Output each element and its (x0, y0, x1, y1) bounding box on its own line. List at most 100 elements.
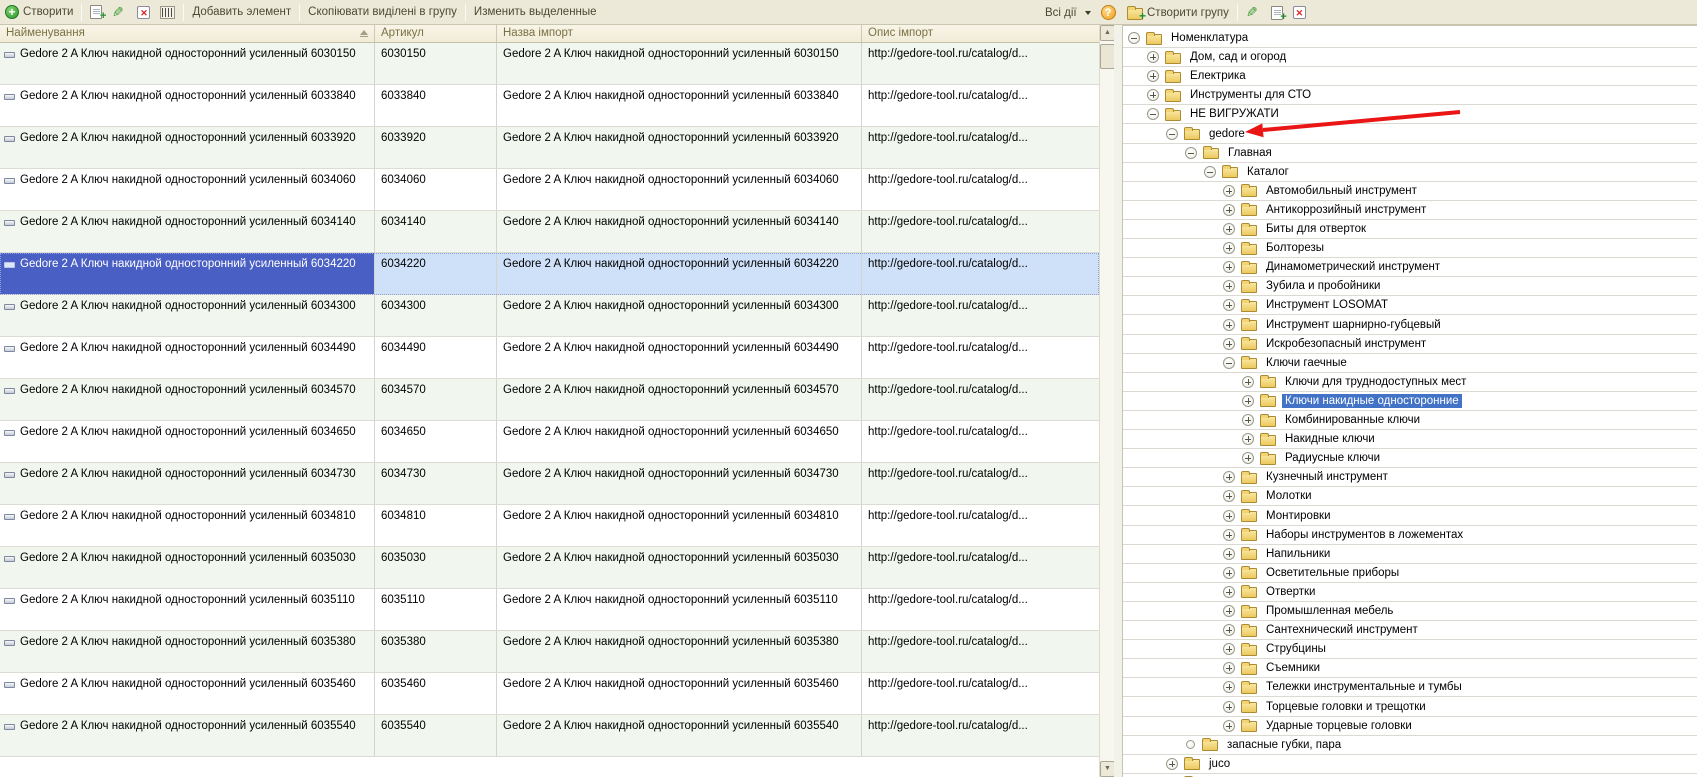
expand-icon[interactable] (1223, 547, 1235, 560)
table-row[interactable]: Gedore 2 A Ключ накидной односторонний у… (0, 589, 1099, 631)
tree-item[interactable]: Кузнечный инструмент (1123, 468, 1697, 488)
table-row[interactable]: Gedore 2 A Ключ накидной односторонний у… (0, 43, 1099, 85)
expand-icon[interactable] (1223, 700, 1235, 713)
table-row[interactable]: Gedore 2 A Ключ накидной односторонний у… (0, 421, 1099, 463)
table-row[interactable]: Gedore 2 A Ключ накидной односторонний у… (0, 85, 1099, 127)
tree-item[interactable]: Тележки инструментальные и тумбы (1123, 678, 1697, 698)
tree-item[interactable]: Ключи накидные односторонние (1123, 392, 1697, 411)
tree-item[interactable]: Струбцины (1123, 640, 1697, 660)
expand-icon[interactable] (1242, 414, 1254, 426)
tree-item[interactable]: Автомобильный инструмент (1123, 182, 1697, 201)
table-row[interactable]: Gedore 2 A Ключ накидной односторонний у… (0, 253, 1099, 295)
expand-icon[interactable] (1223, 643, 1235, 656)
table-row[interactable]: Gedore 2 A Ключ накидной односторонний у… (0, 379, 1099, 421)
tree-item[interactable]: Накидные ключи (1123, 430, 1697, 450)
expand-icon[interactable] (1223, 681, 1235, 694)
panel-splitter[interactable] (1114, 25, 1122, 777)
tree-item[interactable]: Радиусные ключи (1123, 449, 1697, 469)
tree-item[interactable]: Напильники (1123, 545, 1697, 564)
table-row[interactable]: Gedore 2 A Ключ накидной односторонний у… (0, 127, 1099, 169)
tree-item[interactable]: НЕ ВИГРУЖАТИ (1123, 105, 1697, 125)
tree-item[interactable]: Осветительные приборы (1123, 564, 1697, 583)
tree-item[interactable]: Инструмент LOSOMAT (1123, 296, 1697, 316)
tree-item[interactable]: Наборы инструментов в ложементах (1123, 526, 1697, 545)
table-row[interactable]: Gedore 2 A Ключ накидной односторонний у… (0, 673, 1099, 715)
scroll-up-button[interactable]: ▲ (1100, 25, 1115, 41)
tree-item[interactable]: Промышленная мебель (1123, 602, 1697, 621)
column-header-import-name[interactable]: Назва імпорт (497, 25, 862, 42)
collapse-icon[interactable] (1147, 108, 1159, 121)
expand-icon[interactable] (1223, 184, 1235, 197)
edit-item-button[interactable] (107, 2, 132, 23)
table-row[interactable]: Gedore 2 A Ключ накидной односторонний у… (0, 505, 1099, 547)
tree-item[interactable]: Монтировки (1123, 507, 1697, 526)
expand-icon[interactable] (1223, 223, 1235, 235)
expand-icon[interactable] (1223, 528, 1235, 541)
table-row[interactable]: Gedore 2 A Ключ накидной односторонний у… (0, 295, 1099, 337)
tree-item[interactable]: Болторезы (1123, 239, 1697, 259)
collapse-icon[interactable] (1204, 165, 1216, 178)
tree-item[interactable]: Каталог (1123, 163, 1697, 182)
copy-item-button[interactable] (85, 2, 107, 23)
expand-icon[interactable] (1223, 585, 1235, 598)
expand-icon[interactable] (1147, 89, 1159, 102)
expand-icon[interactable] (1223, 242, 1235, 255)
all-actions-button[interactable]: Всі дії (1040, 2, 1096, 23)
tree-item[interactable]: juco (1123, 755, 1697, 774)
tree-item[interactable]: Динамометрический инструмент (1123, 258, 1697, 278)
scroll-thumb[interactable] (1100, 44, 1115, 69)
tree-item[interactable]: Инструменты для СТО (1123, 86, 1697, 106)
tree-delete-button[interactable] (1288, 2, 1311, 23)
table-row[interactable]: Gedore 2 A Ключ накидной односторонний у… (0, 547, 1099, 589)
list-vertical-scrollbar[interactable]: ▲ ▼ (1099, 25, 1115, 777)
tree-item[interactable]: gedore (1123, 125, 1697, 144)
tree-item[interactable]: Електрика (1123, 67, 1697, 87)
expand-icon[interactable] (1223, 662, 1235, 675)
tree-item[interactable]: Торцевые головки и трещотки (1123, 698, 1697, 717)
collapse-icon[interactable] (1185, 146, 1197, 159)
collapse-icon[interactable] (1166, 127, 1178, 140)
table-row[interactable]: Gedore 2 A Ключ накидной односторонний у… (0, 631, 1099, 673)
table-row[interactable]: Gedore 2 A Ключ накидной односторонний у… (0, 211, 1099, 253)
delete-item-button[interactable] (132, 2, 155, 23)
tree-item[interactable]: Дом, сад и огород (1123, 48, 1697, 68)
tree-item[interactable]: Ключи для труднодоступных мест (1123, 373, 1697, 392)
tree-item[interactable]: Съемники (1123, 659, 1697, 679)
expand-icon[interactable] (1223, 566, 1235, 579)
expand-icon[interactable] (1223, 471, 1235, 484)
table-row[interactable]: Gedore 2 A Ключ накидной односторонний у… (0, 169, 1099, 211)
create-button[interactable]: Створити (0, 2, 78, 23)
tree-item[interactable]: Зубила и пробойники (1123, 277, 1697, 297)
copy-selected-to-group-button[interactable]: Скопіювати виділені в групу (303, 2, 462, 23)
column-header-import-desc[interactable]: Опис імпорт (862, 25, 1099, 42)
tree-item[interactable]: Номенклатура (1123, 29, 1697, 48)
expand-icon[interactable] (1242, 452, 1254, 465)
tree-item[interactable]: Главная (1123, 144, 1697, 163)
tree-item[interactable]: Инструмент шарнирно-губцевый (1123, 316, 1697, 335)
scroll-down-button[interactable]: ▼ (1100, 761, 1115, 777)
add-element-button[interactable]: Добавить элемент (187, 2, 296, 23)
barcode-button[interactable] (155, 2, 180, 23)
table-row[interactable]: Gedore 2 A Ключ накидной односторонний у… (0, 715, 1099, 757)
expand-icon[interactable] (1223, 261, 1235, 274)
expand-icon[interactable] (1242, 433, 1254, 446)
collapse-icon[interactable] (1223, 356, 1235, 369)
expand-icon[interactable] (1242, 394, 1254, 407)
tree-item[interactable]: Молотки (1123, 487, 1697, 507)
tree-edit-button[interactable] (1241, 2, 1266, 23)
expand-icon[interactable] (1223, 337, 1235, 350)
expand-icon[interactable] (1223, 719, 1235, 732)
expand-icon[interactable] (1147, 51, 1159, 64)
expand-icon[interactable] (1223, 509, 1235, 522)
help-button[interactable] (1096, 2, 1121, 23)
tree-item[interactable]: Биты для отверток (1123, 220, 1697, 239)
tree-item[interactable]: запасные губки, пара (1123, 736, 1697, 755)
expand-icon[interactable] (1166, 757, 1178, 770)
expand-icon[interactable] (1223, 299, 1235, 312)
edit-selected-button[interactable]: Изменить выделенные (469, 2, 602, 23)
expand-icon[interactable] (1242, 375, 1254, 388)
column-header-article[interactable]: Артикул (375, 25, 497, 42)
tree-copy-button[interactable] (1266, 2, 1288, 23)
expand-icon[interactable] (1223, 624, 1235, 637)
tree-item[interactable]: Ключи гаечные (1123, 354, 1697, 373)
